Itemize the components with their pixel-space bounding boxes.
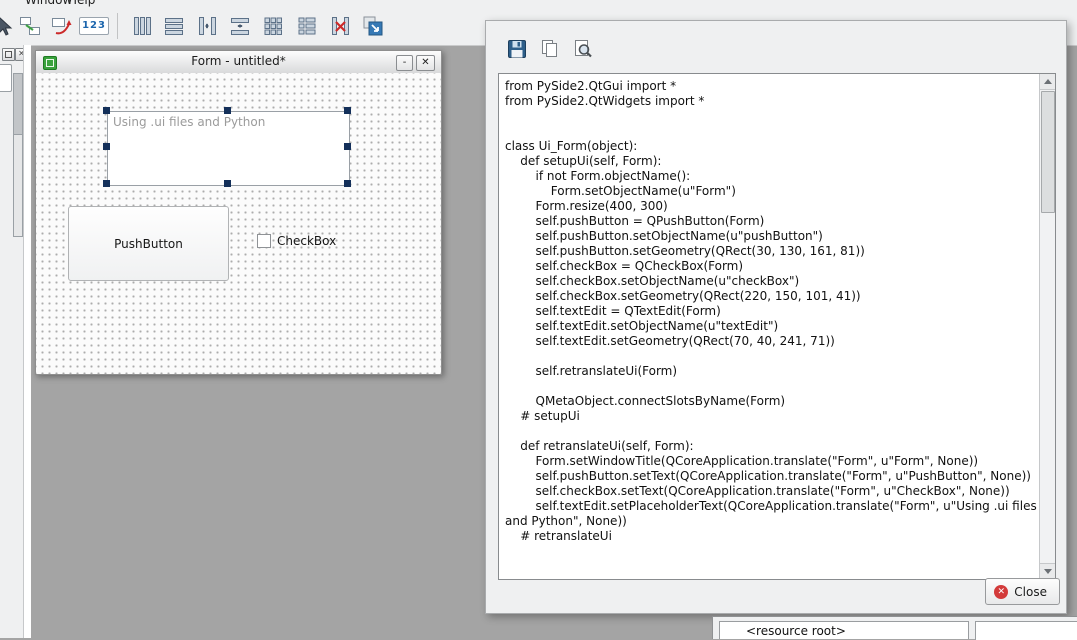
pushbutton-widget[interactable]: PushButton <box>68 206 229 281</box>
dock-float-button[interactable] <box>2 48 15 61</box>
save-button[interactable] <box>504 36 530 62</box>
break-layout-button[interactable] <box>326 12 354 40</box>
break-layout-icon <box>328 14 352 38</box>
scroll-up-arrow[interactable] <box>1040 74 1055 90</box>
code-scrollbar[interactable] <box>1039 74 1055 579</box>
close-button-label: Close <box>1014 585 1047 599</box>
selection-handle-s[interactable] <box>224 180 231 187</box>
layout-form-button[interactable] <box>293 12 321 40</box>
minimize-button[interactable]: - <box>396 55 413 71</box>
checkbox-widget[interactable]: CheckBox <box>257 234 336 248</box>
selection-handle-w[interactable] <box>103 143 110 150</box>
layout-grid-icon <box>261 14 285 38</box>
tab-order-icon: 123 <box>79 17 109 35</box>
selection-handle-n[interactable] <box>224 107 231 114</box>
edit-widgets-icon <box>0 14 14 38</box>
edit-buddies-button[interactable] <box>48 12 76 40</box>
form-editor-window: Form - untitled* - ✕ Using .ui files and… <box>35 50 442 375</box>
layout-vertical-splitter-button[interactable] <box>226 12 254 40</box>
widget-box-list[interactable] <box>23 45 31 638</box>
resource-root-item[interactable]: <resource root> <box>719 621 969 639</box>
find-icon <box>572 38 594 60</box>
layout-horizontal-button[interactable] <box>128 12 156 40</box>
buddy-icon <box>50 14 74 38</box>
copy-icon <box>539 38 561 60</box>
checkbox-indicator[interactable] <box>257 234 271 248</box>
adjust-size-icon <box>361 14 385 38</box>
close-icon: ✕ <box>994 585 1008 599</box>
scrollbar-thumb[interactable] <box>14 74 22 135</box>
dialog-close-button[interactable]: ✕ Close <box>985 578 1060 605</box>
edit-tab-order-button[interactable]: 123 <box>80 12 108 40</box>
widget-filter-input[interactable] <box>0 64 12 92</box>
layout-horizontal-splitter-icon <box>195 14 219 38</box>
resource-side-box[interactable] <box>975 621 1077 640</box>
toolbar-separator <box>117 13 118 39</box>
selection-handle-ne[interactable] <box>344 107 351 114</box>
textedit-placeholder: Using .ui files and Python <box>113 115 265 129</box>
form-window-titlebar[interactable]: Form - untitled* - ✕ <box>36 51 441 74</box>
form-window-title: Form - untitled* <box>36 54 441 68</box>
find-button[interactable] <box>570 36 596 62</box>
scrollbar-thumb[interactable] <box>1041 91 1055 213</box>
layout-vertical-icon <box>162 14 186 38</box>
signals-slots-icon <box>18 14 42 38</box>
resource-browser-panel: <resource root> <box>712 616 1077 639</box>
checkbox-label: CheckBox <box>277 234 336 248</box>
selection-handle-se[interactable] <box>344 180 351 187</box>
edit-signals-slots-button[interactable] <box>16 12 44 40</box>
save-icon <box>506 38 528 60</box>
menubar: Window Help <box>0 0 1077 9</box>
form-canvas[interactable]: Using .ui files and Python PushButton Ch… <box>36 73 441 374</box>
layout-form-icon <box>295 14 319 38</box>
copy-button[interactable] <box>537 36 563 62</box>
layout-vertical-button[interactable] <box>160 12 188 40</box>
selection-handle-e[interactable] <box>344 143 351 150</box>
scroll-down-arrow[interactable] <box>1040 563 1055 579</box>
adjust-size-button[interactable] <box>359 12 387 40</box>
menu-window[interactable]: Window <box>25 0 72 7</box>
textedit-widget[interactable]: Using .ui files and Python <box>107 111 350 186</box>
edit-widgets-button[interactable] <box>0 12 16 40</box>
menu-help[interactable]: Help <box>68 0 95 7</box>
layout-vertical-splitter-icon <box>228 14 252 38</box>
selection-handle-sw[interactable] <box>103 180 110 187</box>
python-code-dialog: from PySide2.QtGui import * from PySide2… <box>485 20 1067 614</box>
close-button[interactable]: ✕ <box>416 55 435 71</box>
selection-handle-nw[interactable] <box>103 107 110 114</box>
code-view[interactable]: from PySide2.QtGui import * from PySide2… <box>498 73 1056 580</box>
widget-box-scrollbar[interactable] <box>13 73 23 237</box>
widget-box-dock: ✕ <box>0 45 30 638</box>
generated-python-code[interactable]: from PySide2.QtGui import * from PySide2… <box>499 74 1055 549</box>
layout-horizontal-icon <box>130 14 154 38</box>
layout-grid-button[interactable] <box>259 12 287 40</box>
layout-horizontal-splitter-button[interactable] <box>193 12 221 40</box>
